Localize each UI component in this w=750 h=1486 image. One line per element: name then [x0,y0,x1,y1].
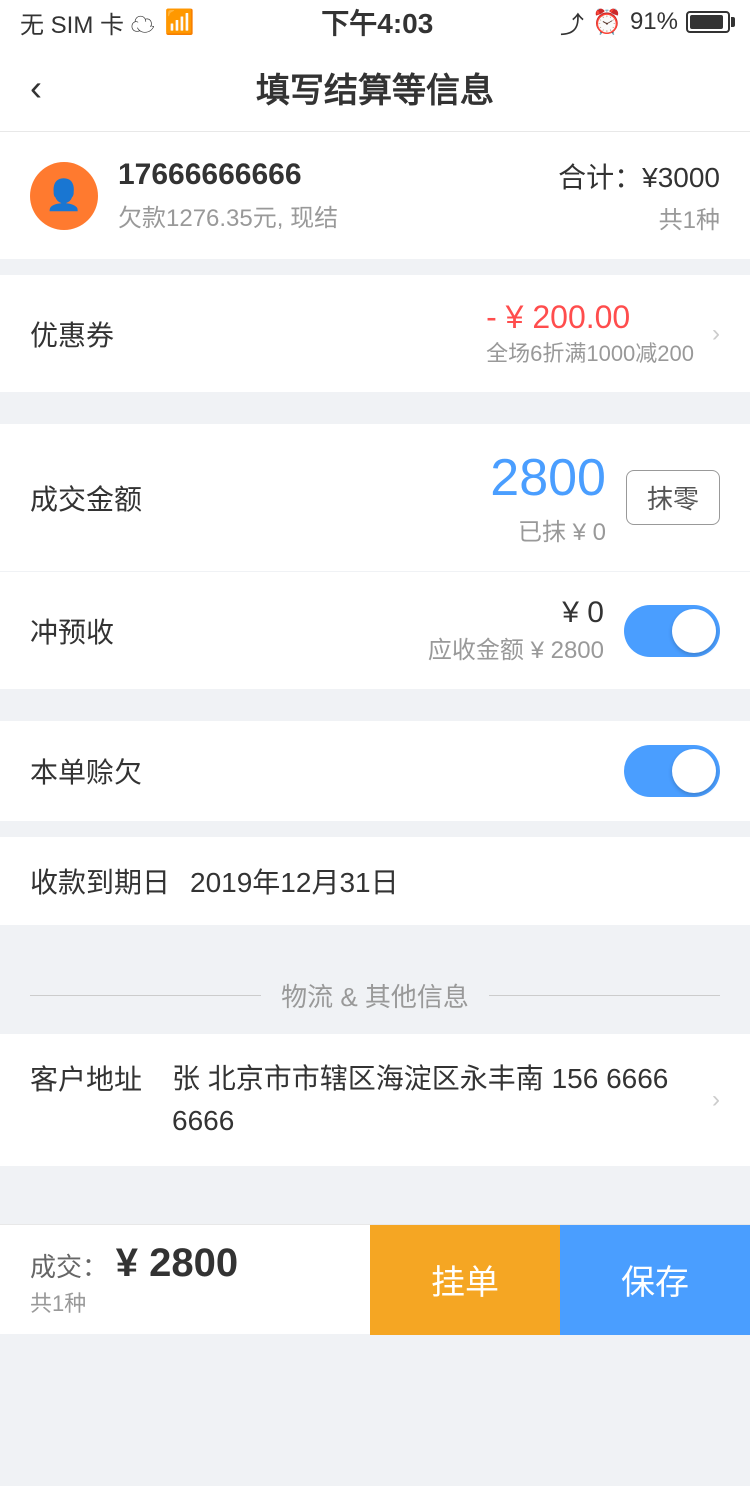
customer-count: 共1种 [558,200,720,235]
customer-phone: 17666666666 [118,158,338,192]
section-divider-1 [0,408,750,424]
deal-amount-erased: 已抹 ¥ 0 [490,512,606,547]
hold-button[interactable]: 挂单 [370,1225,560,1335]
deal-amount-row: 成交金额 2800 已抹 ¥ 0 抹零 [0,424,750,572]
toggle-thumb [672,609,716,653]
coupon-right: - ¥ 200.00 全场6折满1000减200 › [486,299,720,368]
prepay-label: 冲预收 [30,611,114,651]
prepay-row: 冲预收 ¥ 0 应收金额 ¥ 2800 [0,572,750,689]
coupon-label: 优惠券 [30,314,114,354]
divider-line-left [30,995,261,996]
debt-toggle-thumb [672,749,716,793]
person-icon: 👤 [45,178,82,213]
deal-amount-label: 成交金额 [30,478,142,518]
coupon-description: 全场6折满1000减200 [486,336,694,368]
battery-percent: 91% [630,8,678,36]
summary-count: 共1种 [30,1286,340,1318]
avatar: 👤 [30,162,98,230]
coupon-amount: - ¥ 200.00 [486,299,694,336]
debt-label: 本单赊欠 [30,751,142,791]
address-label: 客户地址 [30,1058,142,1098]
summary-amount: ¥ 2800 [116,1241,238,1285]
prepay-receivable: 应收金额 ¥ 2800 [428,630,604,665]
location-icon: ⤴ [560,5,584,40]
prepay-toggle[interactable] [624,605,720,657]
status-time: 下午4:03 [321,2,433,42]
customer-info: 17666666666 欠款1276.35元, 现结 [118,158,338,233]
logistics-divider: 物流 & 其他信息 [0,957,750,1034]
summary-prefix: 成交： [30,1252,108,1282]
deal-amount-value: 2800 [490,448,606,508]
debt-toggle[interactable] [624,745,720,797]
due-date-value: 2019年12月31日 [190,861,399,901]
customer-right: 合计：¥3000 共1种 [558,156,720,235]
sim-label: 无 SIM 卡 ☁ [20,5,155,40]
customer-total: 合计：¥3000 [558,156,720,196]
prepay-right: ¥ 0 应收金额 ¥ 2800 [428,596,720,665]
coupon-row[interactable]: 优惠券 - ¥ 200.00 全场6折满1000减200 › [0,275,750,392]
bottom-bar: 成交： ¥ 2800 共1种 挂单 保存 [0,1224,750,1334]
prepay-amount-col: ¥ 0 应收金额 ¥ 2800 [428,596,604,665]
customer-left: 👤 17666666666 欠款1276.35元, 现结 [30,158,338,233]
nav-bar: ‹ 填写结算等信息 [0,44,750,132]
coupon-info: - ¥ 200.00 全场6折满1000减200 [486,299,694,368]
battery-icon [686,11,730,33]
due-date-label: 收款到期日 [30,861,170,901]
section-divider-3 [0,941,750,957]
wifi-icon: 📶 [165,8,195,37]
address-row[interactable]: 客户地址 张 北京市市辖区海淀区永丰南 156 6666 6666 › [0,1034,750,1166]
divider-line-right [489,995,720,996]
back-button[interactable]: ‹ [30,70,42,106]
status-left: 无 SIM 卡 ☁ 📶 [20,5,195,40]
summary-line: 成交： ¥ 2800 [30,1241,340,1286]
prepay-amount: ¥ 0 [428,596,604,630]
save-button[interactable]: 保存 [560,1225,750,1335]
customer-debt-note: 欠款1276.35元, 现结 [118,198,338,233]
status-right: ⤴ ⏰ 91% [560,5,730,40]
due-date-row: 收款到期日 2019年12月31日 [0,837,750,925]
address-value: 张 北京市市辖区海淀区永丰南 156 6666 6666 [172,1058,702,1142]
logistics-label: 物流 & 其他信息 [281,977,469,1014]
alarm-icon: ⏰ [592,8,622,37]
section-divider-2 [0,705,750,721]
customer-card: 👤 17666666666 欠款1276.35元, 现结 合计：¥3000 共1… [0,132,750,259]
address-chevron-icon: › [712,1086,720,1114]
deal-amount-col: 2800 已抹 ¥ 0 [490,448,606,547]
page-title: 填写结算等信息 [256,63,494,112]
debt-row: 本单赊欠 [0,721,750,821]
bottom-summary: 成交： ¥ 2800 共1种 [0,1241,370,1318]
deal-amount-value-area: 2800 已抹 ¥ 0 抹零 [490,448,720,547]
round-zero-button[interactable]: 抹零 [626,470,720,525]
status-bar: 无 SIM 卡 ☁ 📶 下午4:03 ⤴ ⏰ 91% [0,0,750,44]
deal-amount-section: 成交金额 2800 已抹 ¥ 0 抹零 冲预收 ¥ 0 应收金额 ¥ 2800 [0,424,750,689]
chevron-right-icon: › [712,320,720,348]
